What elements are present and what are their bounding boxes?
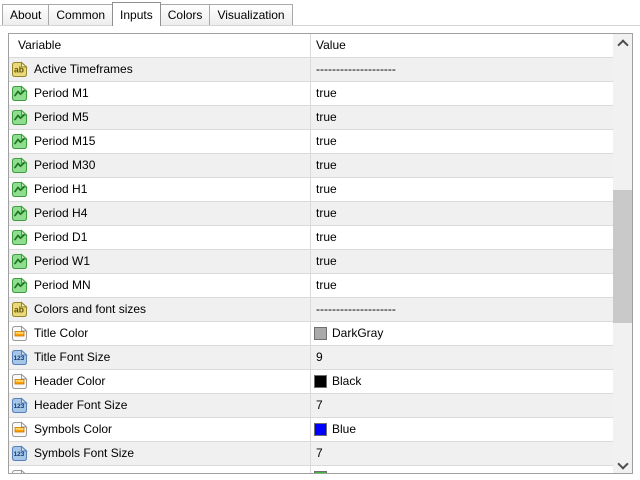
column-header-variable: Variable — [18, 38, 62, 52]
row-value[interactable]: true — [316, 226, 337, 248]
chevron-down-icon — [617, 458, 629, 470]
svg-text:123: 123 — [14, 403, 25, 410]
svg-text:ab: ab — [14, 305, 24, 315]
tab-colors[interactable]: Colors — [159, 4, 211, 25]
chart-icon — [11, 85, 28, 102]
row-value[interactable]: true — [316, 154, 337, 176]
scroll-down-button[interactable] — [613, 456, 632, 473]
chart-icon — [11, 181, 28, 198]
row-variable-label: Period MN — [34, 278, 91, 292]
tab-about[interactable]: About — [2, 4, 50, 25]
number-icon: 123 — [11, 349, 28, 366]
row-value[interactable]: -------------------- — [316, 58, 396, 80]
color-swatch — [314, 471, 327, 473]
row-value[interactable]: true — [316, 82, 337, 104]
row-variable-label: Period M30 — [34, 158, 96, 172]
inputs-parameter-grid: Variable Value ab Active Timeframes ------… — [8, 33, 633, 474]
row-variable-label: Active Timeframes — [34, 62, 133, 76]
row-value[interactable]: true — [316, 202, 337, 224]
table-row[interactable]: Period H4 true — [9, 202, 613, 226]
table-row[interactable]: Period M30 true — [9, 154, 613, 178]
table-row[interactable]: Header Color Black — [9, 370, 613, 394]
row-value[interactable]: true — [316, 178, 337, 200]
number-icon: 123 — [11, 397, 28, 414]
row-value[interactable]: Black — [332, 370, 361, 392]
column-divider[interactable] — [310, 34, 311, 473]
color-swatch — [314, 327, 327, 340]
table-row[interactable]: ab Active Timeframes -------------------- — [9, 58, 613, 82]
row-variable-label: Title Color — [34, 326, 89, 340]
row-value[interactable]: Blue — [332, 418, 356, 440]
tab-visualization[interactable]: Visualization — [209, 4, 293, 25]
tab-inputs[interactable]: Inputs — [112, 2, 161, 26]
row-variable-label: Symbols Color — [34, 422, 113, 436]
ab-icon: ab — [11, 301, 28, 318]
row-variable-label: Header Color — [34, 374, 106, 388]
row-variable-label: Period W1 — [34, 254, 91, 268]
color-icon — [11, 469, 28, 473]
table-row[interactable]: Period W1 true — [9, 250, 613, 274]
table-row[interactable]: Period M1 true — [9, 82, 613, 106]
table-row[interactable] — [9, 466, 613, 473]
column-header-value: Value — [316, 38, 346, 52]
chevron-up-icon — [617, 39, 629, 51]
table-row[interactable]: 123 Symbols Font Size 7 — [9, 442, 613, 466]
row-value[interactable]: true — [316, 250, 337, 272]
tab-common[interactable]: Common — [48, 4, 114, 25]
row-variable-label: Period H1 — [34, 182, 88, 196]
color-icon — [11, 373, 28, 390]
svg-text:123: 123 — [14, 355, 25, 362]
grid-header: Variable Value — [9, 34, 613, 58]
number-icon: 123 — [11, 445, 28, 462]
svg-text:123: 123 — [14, 451, 25, 458]
param-grid-rows: ab Active Timeframes -------------------- P… — [9, 58, 613, 473]
table-row[interactable]: 123 Title Font Size 9 — [9, 346, 613, 370]
chart-icon — [11, 229, 28, 246]
row-value[interactable]: true — [316, 130, 337, 152]
vertical-scrollbar[interactable] — [613, 34, 632, 473]
row-variable-label: Period M1 — [34, 86, 89, 100]
table-row[interactable]: 123 Header Font Size 7 — [9, 394, 613, 418]
color-icon — [11, 421, 28, 438]
tab-bar: About Common Inputs Colors Visualization — [0, 2, 640, 26]
row-value[interactable]: true — [316, 106, 337, 128]
table-row[interactable]: Title Color DarkGray — [9, 322, 613, 346]
row-variable-label: Period M5 — [34, 110, 89, 124]
chart-icon — [11, 157, 28, 174]
color-icon — [11, 325, 28, 342]
row-variable-label: Header Font Size — [34, 398, 128, 412]
chart-icon — [11, 109, 28, 126]
table-row[interactable]: Period M15 true — [9, 130, 613, 154]
row-value[interactable]: 7 — [316, 394, 323, 416]
row-value[interactable]: -------------------- — [316, 298, 396, 320]
table-row[interactable]: Period MN true — [9, 274, 613, 298]
table-row[interactable]: Period D1 true — [9, 226, 613, 250]
table-row[interactable]: ab Colors and font sizes -----------------… — [9, 298, 613, 322]
row-variable-label: Period D1 — [34, 230, 88, 244]
row-variable-label: Colors and font sizes — [34, 302, 147, 316]
scrollbar-thumb[interactable] — [613, 190, 632, 323]
chart-icon — [11, 277, 28, 294]
table-row[interactable]: Period H1 true — [9, 178, 613, 202]
row-value[interactable]: true — [316, 274, 337, 296]
chart-icon — [11, 205, 28, 222]
chart-icon — [11, 253, 28, 270]
color-swatch — [314, 375, 327, 388]
row-variable-label: Title Font Size — [34, 350, 111, 364]
svg-text:ab: ab — [14, 65, 24, 75]
row-value[interactable]: DarkGray — [332, 322, 383, 344]
row-variable-label: Period H4 — [34, 206, 88, 220]
row-value[interactable]: 7 — [316, 442, 323, 464]
table-row[interactable]: Symbols Color Blue — [9, 418, 613, 442]
row-variable-label: Period M15 — [34, 134, 96, 148]
table-row[interactable]: Period M5 true — [9, 106, 613, 130]
color-swatch — [314, 423, 327, 436]
row-variable-label: Symbols Font Size — [34, 446, 135, 460]
scroll-up-button[interactable] — [613, 34, 632, 51]
ab-icon: ab — [11, 61, 28, 78]
row-value[interactable]: 9 — [316, 346, 323, 368]
chart-icon — [11, 133, 28, 150]
